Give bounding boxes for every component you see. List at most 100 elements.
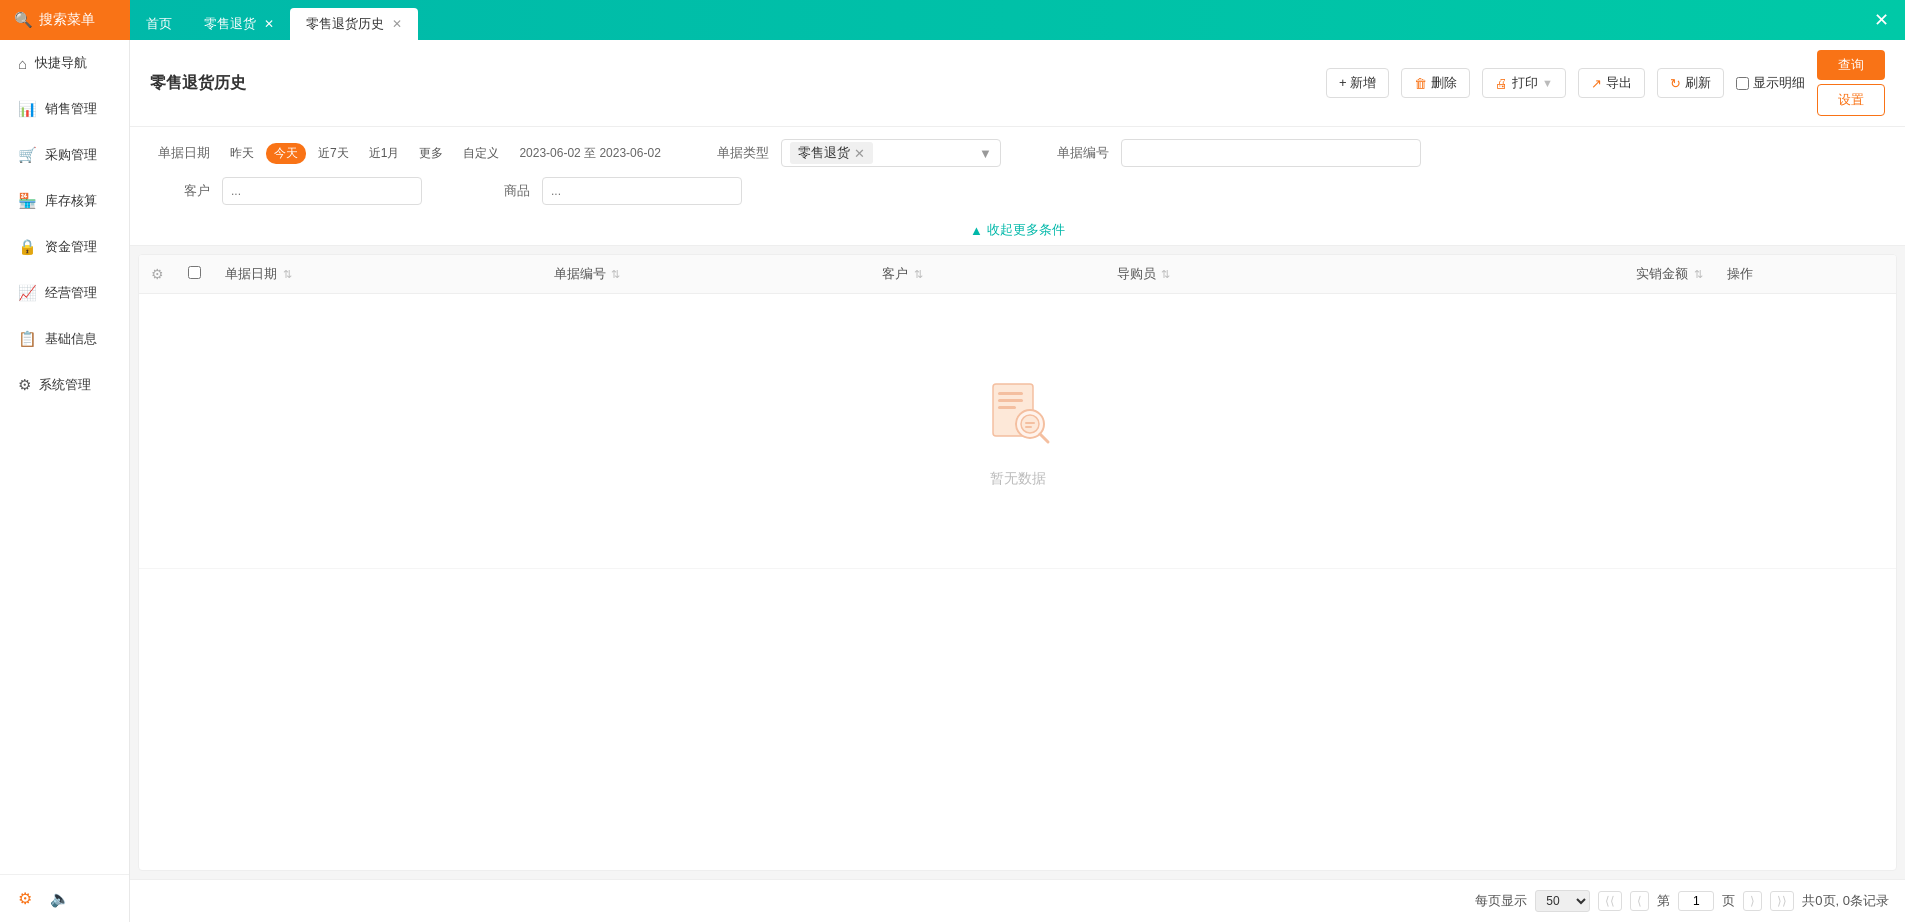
goods-label: 商品	[470, 182, 530, 200]
export-icon: ↗	[1591, 76, 1602, 91]
date-btn-more[interactable]: 更多	[411, 143, 451, 164]
date-btn-7days[interactable]: 近7天	[310, 143, 357, 164]
voucher-no-label: 单据编号	[1049, 144, 1109, 162]
last-page-button[interactable]: ⟩⟩	[1770, 891, 1794, 911]
current-page-input[interactable]	[1678, 891, 1714, 911]
data-table: ⚙ 单据日期 ⇅ 单据编号 ⇅	[139, 255, 1896, 569]
col-amount-sort[interactable]: ⇅	[1694, 268, 1703, 280]
col-guide-sort[interactable]: ⇅	[1161, 268, 1170, 280]
query-label: 查询	[1838, 57, 1864, 72]
table-settings-icon[interactable]: ⚙	[151, 266, 164, 282]
page-header: 零售退货历史 + 新增 🗑 删除 🖨 打印 ▼ ↗ 导出	[130, 40, 1905, 127]
settings-gear-icon[interactable]: ⚙	[18, 889, 32, 908]
table-area: ⚙ 单据日期 ⇅ 单据编号 ⇅	[138, 254, 1897, 871]
display-detail-input[interactable]	[1736, 77, 1749, 90]
content-area: 零售退货历史 + 新增 🗑 删除 🖨 打印 ▼ ↗ 导出	[130, 40, 1905, 922]
col-customer-label: 客户	[882, 266, 908, 281]
voucher-no-input[interactable]	[1121, 139, 1421, 167]
sidebar-item-basic-info[interactable]: 📋 基础信息	[0, 316, 129, 362]
voucher-type-remove[interactable]: ✕	[854, 146, 865, 161]
operation-icon: 📈	[18, 284, 37, 302]
svg-rect-2	[998, 399, 1023, 402]
date-filter-label: 单据日期	[150, 144, 210, 162]
prev-page-button[interactable]: ⟨	[1630, 891, 1649, 911]
search-icon: 🔍	[14, 11, 33, 29]
tab-retail-return[interactable]: 零售退货 ✕	[188, 8, 290, 40]
header-actions: + 新增 🗑 删除 🖨 打印 ▼ ↗ 导出 ↻ 刷新	[1326, 50, 1885, 116]
sidebar-item-finance[interactable]: 🔒 资金管理	[0, 224, 129, 270]
print-chevron-icon: ▼	[1542, 77, 1553, 89]
sidebar-item-inventory[interactable]: 🏪 库存核算	[0, 178, 129, 224]
tab-home[interactable]: 首页	[130, 8, 188, 40]
date-btn-1month[interactable]: 近1月	[361, 143, 408, 164]
col-action-label: 操作	[1727, 266, 1753, 281]
svg-rect-1	[998, 392, 1023, 395]
refresh-label: 刷新	[1685, 74, 1711, 92]
tab-home-label: 首页	[146, 15, 172, 33]
setting-label: 设置	[1838, 92, 1864, 107]
sidebar-bottom: ⚙ 🔈	[0, 874, 129, 922]
refresh-button[interactable]: ↻ 刷新	[1657, 68, 1724, 98]
new-label: + 新增	[1339, 74, 1376, 92]
refresh-icon: ↻	[1670, 76, 1681, 91]
svg-rect-3	[998, 406, 1016, 409]
col-no: 单据编号 ⇅	[542, 255, 871, 294]
empty-state: 暂无数据	[139, 294, 1896, 568]
goods-input[interactable]	[542, 177, 742, 205]
date-btn-today[interactable]: 今天	[266, 143, 306, 164]
page-size-select[interactable]: 10 20 50 100	[1535, 890, 1590, 912]
sidebar-item-purchase[interactable]: 🛒 采购管理	[0, 132, 129, 178]
sidebar-item-quick-nav[interactable]: ⌂ 快捷导航	[0, 40, 129, 86]
col-customer-sort[interactable]: ⇅	[914, 268, 923, 280]
sidebar-item-operation[interactable]: 📈 经营管理	[0, 270, 129, 316]
header-right-btns: 查询 设置	[1817, 50, 1885, 116]
date-btn-custom[interactable]: 自定义	[455, 143, 507, 164]
select-all-checkbox[interactable]	[188, 266, 201, 279]
date-btn-yesterday[interactable]: 昨天	[222, 143, 262, 164]
first-page-button[interactable]: ⟨⟨	[1598, 891, 1622, 911]
filter-row-2: 客户 商品	[150, 177, 1885, 205]
col-action: 操作	[1715, 255, 1896, 294]
delete-button[interactable]: 🗑 删除	[1401, 68, 1470, 98]
search-menu-bar[interactable]: 🔍 搜索菜单	[0, 0, 130, 40]
top-bar: 🔍 搜索菜单 首页 零售退货 ✕ 零售退货历史 ✕ ✕	[0, 0, 1905, 40]
voucher-type-value: 零售退货	[798, 144, 850, 162]
display-detail-checkbox[interactable]: 显示明细	[1736, 74, 1805, 92]
col-date-sort[interactable]: ⇅	[283, 268, 292, 280]
date-filter-btns: 昨天 今天 近7天 近1月 更多 自定义	[222, 143, 507, 164]
empty-icon	[978, 374, 1058, 454]
col-amount-label: 实销金额	[1636, 266, 1688, 281]
page-unit: 页	[1722, 892, 1735, 910]
col-no-sort[interactable]: ⇅	[611, 268, 620, 280]
sidebar-item-system[interactable]: ⚙ 系统管理	[0, 362, 129, 408]
col-guide-label: 导购员	[1117, 266, 1156, 281]
customer-input[interactable]	[222, 177, 422, 205]
volume-icon[interactable]: 🔈	[50, 889, 70, 908]
sidebar-item-sales[interactable]: 📊 销售管理	[0, 86, 129, 132]
new-button[interactable]: + 新增	[1326, 68, 1389, 98]
svg-rect-7	[1025, 422, 1035, 424]
print-button[interactable]: 🖨 打印 ▼	[1482, 68, 1566, 98]
empty-state-cell: 暂无数据	[139, 294, 1896, 569]
voucher-type-select[interactable]: 零售退货 ✕ ▼	[781, 139, 1001, 167]
tab-retail-return-history-close[interactable]: ✕	[392, 17, 402, 31]
tab-retail-return-history[interactable]: 零售退货历史 ✕	[290, 8, 418, 40]
page-size-label: 每页显示	[1475, 892, 1527, 910]
sidebar-item-sales-label: 销售管理	[45, 100, 97, 118]
customer-label: 客户	[150, 182, 210, 200]
export-button[interactable]: ↗ 导出	[1578, 68, 1645, 98]
next-page-button[interactable]: ⟩	[1743, 891, 1762, 911]
pagination-bar: 每页显示 10 20 50 100 ⟨⟨ ⟨ 第 页 ⟩ ⟩⟩ 共0页, 0条记…	[130, 879, 1905, 922]
empty-text: 暂无数据	[990, 470, 1046, 488]
table-body: 暂无数据	[139, 294, 1896, 569]
tab-retail-return-history-label: 零售退货历史	[306, 15, 384, 33]
col-date-label: 单据日期	[225, 266, 277, 281]
collapse-more-btn[interactable]: ▲ 收起更多条件	[150, 215, 1885, 245]
setting-button[interactable]: 设置	[1817, 84, 1885, 116]
query-button[interactable]: 查询	[1817, 50, 1885, 80]
col-no-label: 单据编号	[554, 266, 606, 281]
window-close-button[interactable]: ✕	[1874, 9, 1889, 31]
col-amount: 实销金额 ⇅	[1386, 255, 1715, 294]
sidebar-item-inventory-label: 库存核算	[45, 192, 97, 210]
tab-retail-return-close[interactable]: ✕	[264, 17, 274, 31]
